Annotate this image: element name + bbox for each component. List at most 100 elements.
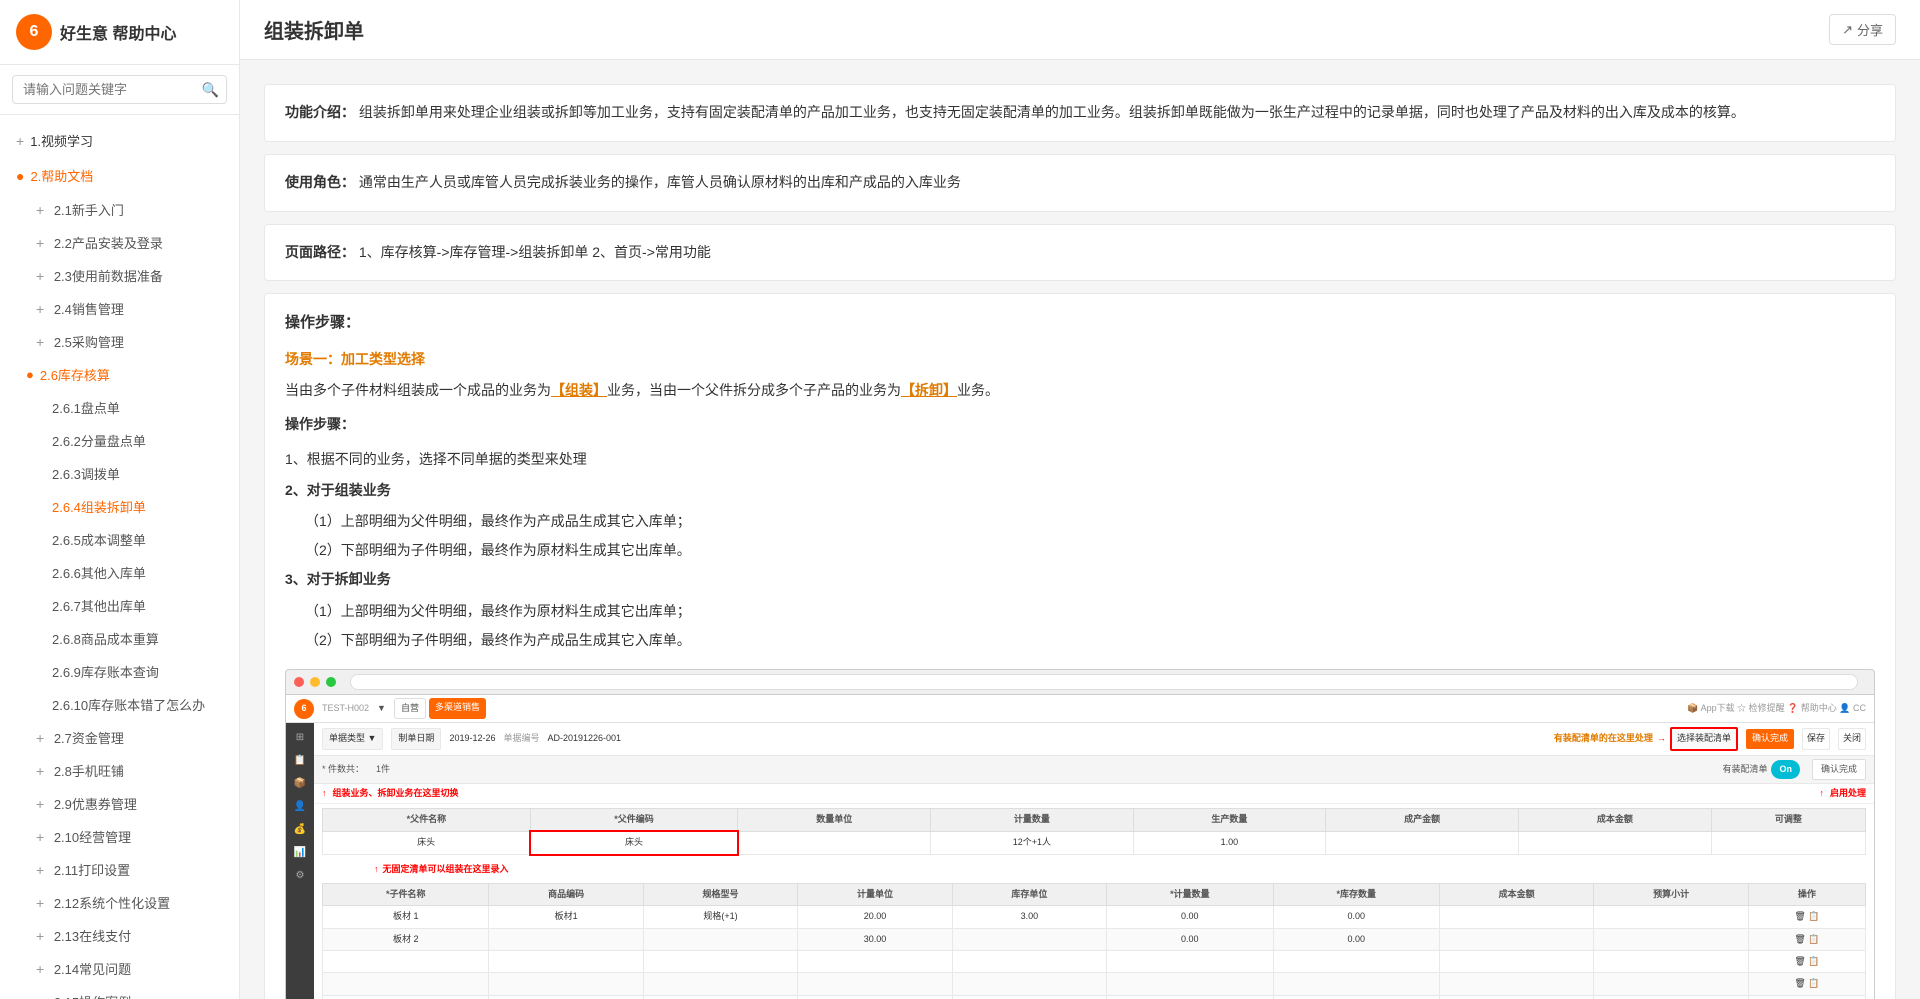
nav-group-docs: ● 2.帮助文档 + 2.1新手入门 + 2.2产品安装及登录 + 2.3使用前… [0, 158, 239, 999]
role-text: 通常由生产人员或库管人员完成拆装业务的操作，库管人员确认原材料的出库和产成品的入… [359, 174, 961, 190]
sidebar-item-261[interactable]: 2.6.1盘点单 [0, 391, 239, 424]
step2-2: （2）下部明细为子件明细，最终作为原材料生成其它出库单。 [285, 538, 1875, 563]
mock-icon-report: 📊 [294, 844, 306, 861]
mock-header-right: 📦 App下载 ☆ 检修提醒 ❓ 帮助中心 👤 CC [1687, 701, 1866, 716]
sidebar-item-215[interactable]: + 2.15操作案例 [0, 985, 239, 999]
mock-icon-settings: ⚙ [296, 867, 305, 884]
main-area: 组装拆卸单 ↗ 分享 功能介绍： 组装拆卸单用来处理企业组装或拆卸等加工业务，支… [240, 0, 1920, 999]
path-text: 1、库存核算->库存管理->组装拆卸单 2、首页->常用功能 [359, 244, 711, 260]
mock-annotation-row2: ↑ 组装业务、拆卸业务在这里切换 ↑ 启用处理 [314, 784, 1874, 804]
annotation-text-5: 无固定清单可以组装在这里录入 [383, 862, 509, 877]
steps-card: 操作步骤： 场景一：加工类型选择 当由多个子件材料组装成一个成品的业务为【组装】… [264, 293, 1896, 999]
sidebar-item-27[interactable]: + 2.7资金管理 [0, 721, 239, 754]
mock-toggle-area: 有装配清单 On [1722, 760, 1800, 779]
sidebar-item-23[interactable]: + 2.3使用前数据准备 [0, 259, 239, 292]
path-label: 页面路径： [285, 244, 355, 260]
nav-sub-26: 2.6.1盘点单 2.6.2分量盘点单 2.6.3调拨单 2.6.4组装拆卸单 … [0, 391, 239, 721]
mock-btn-new[interactable]: 单据类型 ▼ [322, 728, 383, 749]
table-row: 板材 1 板材1 规格(+1) 20.00 3.00 0.00 0.00 [323, 906, 1866, 928]
search-icon: 🔍 [202, 81, 219, 98]
mock-btn-save[interactable]: 制单日期 [391, 728, 441, 749]
sidebar-item-262[interactable]: 2.6.2分量盘点单 [0, 424, 239, 457]
main-content: 功能介绍： 组装拆卸单用来处理企业组装或拆卸等加工业务，支持有固定装配清单的产品… [240, 60, 1920, 999]
app-title: 好生意 帮助中心 [60, 20, 176, 44]
step1: 1、根据不同的业务，选择不同单据的类型来处理 [285, 447, 1875, 472]
step2-1: （1）上部明细为父件明细，最终作为产成品生成其它入库单； [285, 509, 1875, 534]
share-icon: ↗ [1842, 22, 1853, 38]
sidebar-item-213[interactable]: + 2.13在线支付 [0, 919, 239, 952]
mock-bottom-table-area: *子件名称 商品编码 规格型号 计量单位 库存单位 *计量数量 *库存数量 成本… [314, 879, 1874, 999]
mock-top-table: *父件名称 *父件编码 数量单位 计量数量 生产数量 成产金额 成本金额 可调整 [322, 808, 1866, 856]
mock-tab-ziying[interactable]: 自营 [394, 698, 426, 719]
mock-annotation-row3: ↑ 无固定清单可以组装在这里录入 [314, 860, 1874, 879]
mock-date: 2019-12-26 [449, 731, 495, 746]
arrow-up-icon: ↑ [322, 786, 327, 801]
mock-icon-home: ⊞ [296, 729, 304, 746]
sidebar-item-22[interactable]: + 2.2产品安装及登录 [0, 226, 239, 259]
sidebar-item-21[interactable]: + 2.1新手入门 [0, 193, 239, 226]
sidebar-item-266[interactable]: 2.6.6其他入库单 [0, 556, 239, 589]
sidebar-item-267[interactable]: 2.6.7其他出库单 [0, 589, 239, 622]
main-header: 组装拆卸单 ↗ 分享 [240, 0, 1920, 60]
annotation-text-3: 启用处理 [1830, 786, 1866, 801]
search-input[interactable] [12, 75, 227, 104]
mock-annotation-area1: 有装配清单的在这里处理 → 选择装配清单 [1554, 727, 1738, 750]
annotation-text-2: 组装业务、拆卸业务在这里切换 [333, 786, 459, 801]
mock-doc-code: AD-20191226-001 [548, 731, 622, 746]
minus-dot-icon: ● [26, 367, 34, 382]
mock-left-icons: ⊞ 📋 📦 👤 💰 📊 ⚙ [286, 723, 314, 999]
mock-count-label: * 件数共： [322, 762, 364, 777]
step3-2: （2）下部明细为子件明细，最终作为产成品生成其它入库单。 [285, 628, 1875, 653]
step3-1: （1）上部明细为父件明细，最终作为原材料生成其它出库单； [285, 599, 1875, 624]
mock-toggle-on[interactable]: On [1771, 760, 1800, 779]
mock-code-label: 单据编号 [503, 731, 539, 746]
step3: 3、对于拆卸业务 [285, 567, 1875, 592]
mock-app-body: ⊞ 📋 📦 👤 💰 📊 ⚙ 单据类型 ▼ 制单日期 [286, 723, 1874, 999]
sidebar-item-211[interactable]: + 2.11打印设置 [0, 853, 239, 886]
mock-btn-select-bom[interactable]: 选择装配清单 [1670, 727, 1738, 750]
arrow-up3-icon: ↑ [374, 862, 379, 877]
mock-btn-other[interactable]: 保存 [1802, 728, 1830, 749]
mock-btn-close[interactable]: 关闭 [1838, 728, 1866, 749]
sidebar-item-29[interactable]: + 2.9优惠券管理 [0, 787, 239, 820]
arrow-icon-1: → [1657, 731, 1666, 746]
mock-tab-multi[interactable]: 多渠道销售 [429, 698, 486, 719]
sidebar-item-2610[interactable]: 2.6.10库存账本错了怎么办 [0, 688, 239, 721]
mock-toolbar: 单据类型 ▼ 制单日期 2019-12-26 单据编号 AD-20191226-… [314, 723, 1874, 755]
nav-group-video-title[interactable]: + 1.视频学习 [0, 123, 239, 158]
mock-count-value: 1件 [376, 762, 390, 777]
mock-sub-row: * 件数共： 1件 有装配清单 On 确认完成 [314, 756, 1874, 784]
mock-icon-finance: 💰 [294, 821, 306, 838]
sidebar-item-265[interactable]: 2.6.5成本调整单 [0, 523, 239, 556]
table-row: 板材 2 30.00 0.00 0.00 [323, 928, 1866, 950]
table-row: 🗑 📋 [323, 950, 1866, 972]
sidebar-item-25[interactable]: + 2.5采购管理 [0, 325, 239, 358]
intro-label: 功能介绍： [285, 104, 355, 120]
sidebar-item-210[interactable]: + 2.10经营管理 [0, 820, 239, 853]
steps-title: 操作步骤： [285, 413, 1875, 437]
mock-btn-apply[interactable]: 确认完成 [1812, 759, 1866, 780]
table-row: 🗑 📋 [323, 973, 1866, 995]
nav-group-docs-title[interactable]: ● 2.帮助文档 [0, 158, 239, 193]
sidebar-item-212[interactable]: + 2.12系统个性化设置 [0, 886, 239, 919]
sidebar-item-268[interactable]: 2.6.8商品成本重算 [0, 622, 239, 655]
sidebar-item-26[interactable]: ● 2.6库存核算 [0, 358, 239, 391]
sidebar-item-263[interactable]: 2.6.3调拨单 [0, 457, 239, 490]
mock-logo: 6 [294, 699, 314, 719]
mock-icon-customer: 👤 [294, 798, 306, 815]
sidebar-item-24[interactable]: + 2.4销售管理 [0, 292, 239, 325]
mock-dropdown-icon: ▼ [377, 701, 386, 716]
arrow-up2-icon: ↑ [1819, 786, 1824, 801]
sidebar-item-269[interactable]: 2.6.9库存账本查询 [0, 655, 239, 688]
scene1-desc: 当由多个子件材料组装成一个成品的业务为【组装】业务，当由一个父件拆分成多个子产品… [285, 378, 1875, 403]
mock-btn-confirm[interactable]: 确认完成 [1746, 729, 1794, 748]
table-row: 🗑 📋 [323, 995, 1866, 999]
ops-title: 操作步骤： [285, 310, 1875, 336]
sidebar-item-214[interactable]: + 2.14常见问题 [0, 952, 239, 985]
sidebar-item-264[interactable]: 2.6.4组装拆卸单 [0, 490, 239, 523]
screenshot-container: 6 TEST-H002 ▼ 自营 多渠道销售 📦 App下载 ☆ 检修提醒 ❓ … [285, 669, 1875, 999]
sidebar-item-28[interactable]: + 2.8手机旺铺 [0, 754, 239, 787]
role-card: 使用角色： 通常由生产人员或库管人员完成拆装业务的操作，库管人员确认原材料的出库… [264, 154, 1896, 212]
share-button[interactable]: ↗ 分享 [1829, 14, 1896, 45]
path-card: 页面路径： 1、库存核算->库存管理->组装拆卸单 2、首页->常用功能 [264, 224, 1896, 282]
